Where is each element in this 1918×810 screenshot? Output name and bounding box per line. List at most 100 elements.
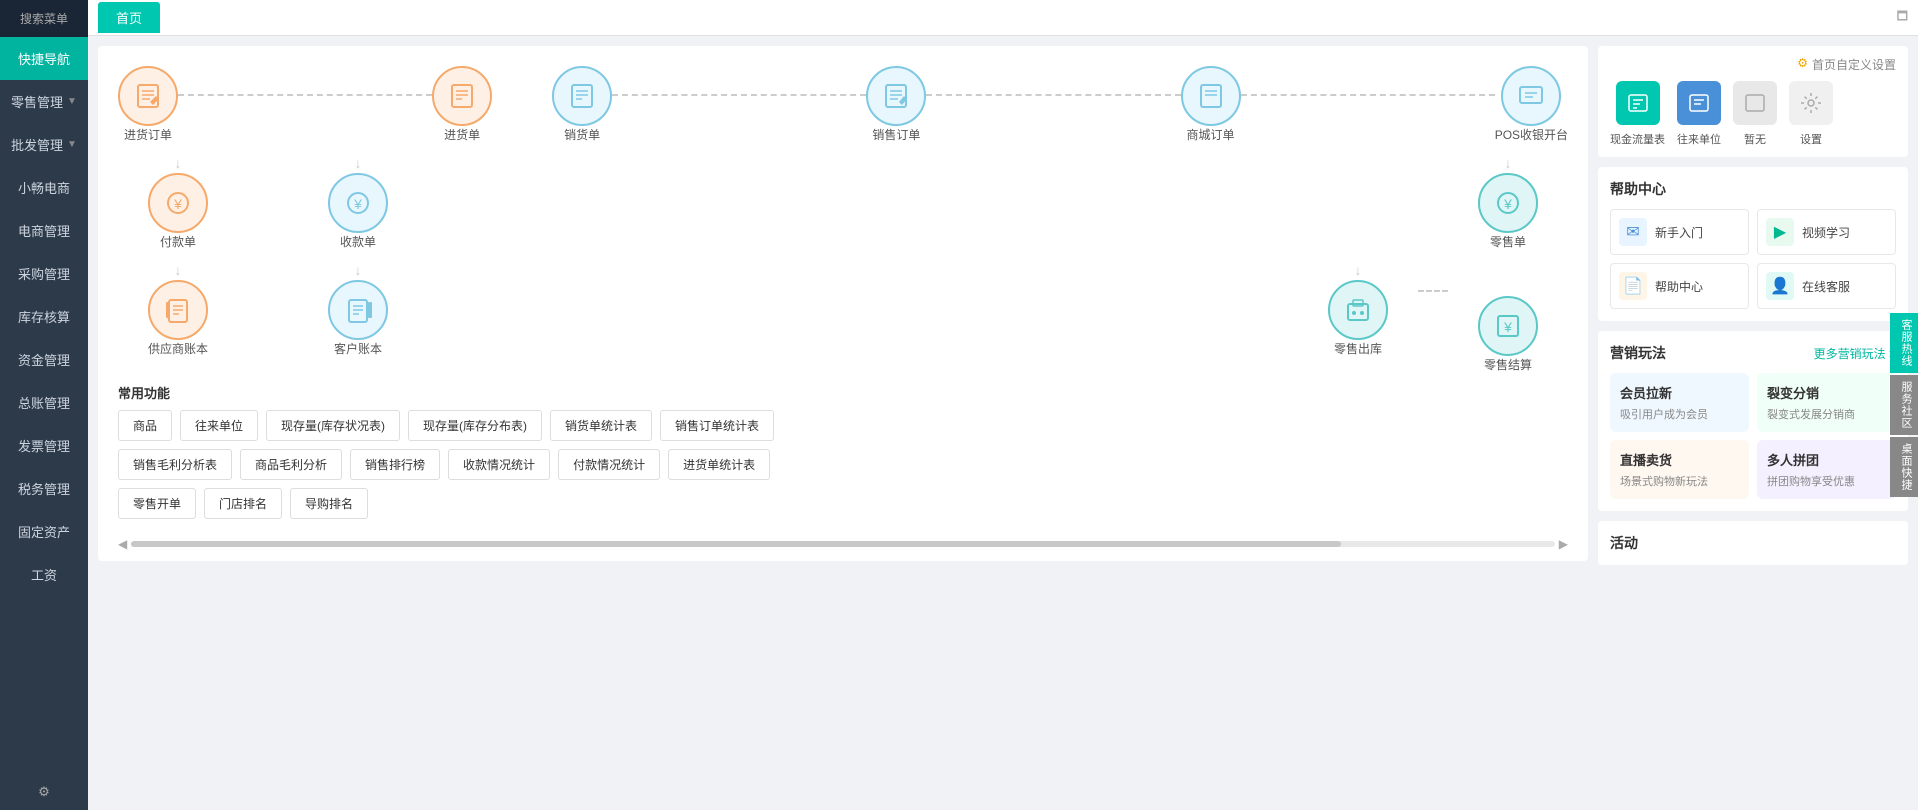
qa-label-units: 往来单位 xyxy=(1677,131,1721,147)
help-card: 帮助中心 ✉ 新手入门 ▶ 视频学习 📄 帮助中心 👤 xyxy=(1598,167,1908,321)
purchase-order-icon[interactable] xyxy=(118,66,178,126)
marketing-item-fission[interactable]: 裂变分销 裂变式发展分销商 xyxy=(1757,373,1896,432)
marketing-item-member[interactable]: 会员拉新 吸引用户成为会员 xyxy=(1610,373,1749,432)
sidebar-item-quick-nav[interactable]: 快捷导航 xyxy=(0,37,88,80)
sidebar-item-xc-ecom[interactable]: 小畅电商 xyxy=(0,166,88,209)
func-btn-sales-order-stat[interactable]: 销售订单统计表 xyxy=(660,410,774,441)
wf-node-mall-order: 商城订单 xyxy=(1181,66,1241,143)
marketing-title: 营销玩法 xyxy=(1610,343,1666,363)
float-btn-community[interactable]: 服务社区 xyxy=(1890,375,1918,435)
retail-order-icon[interactable]: ¥ xyxy=(1478,173,1538,233)
payment-icon[interactable]: ¥ xyxy=(148,173,208,233)
help-grid: ✉ 新手入门 ▶ 视频学习 📄 帮助中心 👤 在线客服 xyxy=(1610,209,1896,309)
sidebar-item-assets[interactable]: 固定资产 xyxy=(0,510,88,553)
down-arrow-3: ↓ xyxy=(1505,155,1512,171)
member-title: 会员拉新 xyxy=(1620,383,1739,402)
retail-settlement-icon[interactable]: ¥ xyxy=(1478,296,1538,356)
marketing-header: 营销玩法 更多营销玩法 > xyxy=(1610,343,1896,363)
fission-desc: 裂变式发展分销商 xyxy=(1767,406,1886,422)
purchase-icon[interactable] xyxy=(432,66,492,126)
func-row-3: 零售开单 门店排名 导购排名 xyxy=(118,488,1568,519)
chevron-down-icon: ▼ xyxy=(67,96,77,107)
sidebar-item-tax[interactable]: 税务管理 xyxy=(0,467,88,510)
fission-title: 裂变分销 xyxy=(1767,383,1886,402)
wf-node-sales: 销货单 xyxy=(552,66,612,143)
func-btn-product-profit[interactable]: 商品毛利分析 xyxy=(240,449,342,480)
wf-node-sales-order: 销售订单 xyxy=(866,66,926,143)
window-expand-icon[interactable]: 🗖 xyxy=(1897,7,1908,28)
help-item-beginner[interactable]: ✉ 新手入门 xyxy=(1610,209,1749,255)
mall-order-icon[interactable] xyxy=(1181,66,1241,126)
func-btn-product[interactable]: 商品 xyxy=(118,410,172,441)
activity-title: 活动 xyxy=(1610,533,1896,553)
func-btn-receipt-stat[interactable]: 收款情况统计 xyxy=(448,449,550,480)
units-icon xyxy=(1677,81,1721,125)
down-arrow-5: ↓ xyxy=(355,262,362,278)
scroll-right-icon[interactable]: ▶ xyxy=(1559,537,1568,551)
sidebar-item-salary[interactable]: 工资 xyxy=(0,553,88,596)
func-btn-units[interactable]: 往来单位 xyxy=(180,410,258,441)
sidebar-item-ecom[interactable]: 电商管理 xyxy=(0,209,88,252)
video-icon: ▶ xyxy=(1766,218,1794,246)
func-btn-inventory-status[interactable]: 现存量(库存状况表) xyxy=(266,410,400,441)
quick-access: ⚙ 首页自定义设置 现金流量表 往来单位 xyxy=(1598,46,1908,157)
qa-item-empty[interactable]: 暂无 xyxy=(1733,81,1777,147)
svg-text:¥: ¥ xyxy=(173,196,182,212)
retail-outbound-icon[interactable] xyxy=(1328,280,1388,340)
float-btn-desktop[interactable]: 桌面快捷 xyxy=(1890,437,1918,497)
qa-item-settings[interactable]: 设置 xyxy=(1789,81,1833,147)
marketing-item-group[interactable]: 多人拼团 拼团购物享受优惠 xyxy=(1757,440,1896,499)
help-doc-icon: 📄 xyxy=(1619,272,1647,300)
qa-item-cashflow[interactable]: 现金流量表 xyxy=(1610,81,1665,147)
qa-label-settings: 设置 xyxy=(1800,131,1822,147)
sidebar-item-inventory[interactable]: 库存核算 xyxy=(0,295,88,338)
func-btn-sales-profit[interactable]: 销售毛利分析表 xyxy=(118,449,232,480)
func-btn-sales-stat[interactable]: 销货单统计表 xyxy=(550,410,652,441)
receipt-icon[interactable]: ¥ xyxy=(328,173,388,233)
pos-icon[interactable] xyxy=(1501,66,1561,126)
wf-node-pos: POS收银开台 xyxy=(1495,66,1568,143)
sales-order-icon[interactable] xyxy=(866,66,926,126)
func-btn-guide-rank[interactable]: 导购排名 xyxy=(290,488,368,519)
marketing-item-live[interactable]: 直播卖货 场景式购物新玩法 xyxy=(1610,440,1749,499)
help-item-help[interactable]: 📄 帮助中心 xyxy=(1610,263,1749,309)
tab-home[interactable]: 首页 xyxy=(98,2,160,33)
scroll-left-icon[interactable]: ◀ xyxy=(118,537,127,551)
func-btn-store-rank[interactable]: 门店排名 xyxy=(204,488,282,519)
scrollbar-thumb xyxy=(131,541,1341,547)
sidebar-search[interactable]: 搜索菜单 xyxy=(0,0,88,37)
gear-icon: ⚙ xyxy=(38,784,50,799)
sidebar-settings[interactable]: ⚙ xyxy=(0,774,88,810)
down-arrow-4: ↓ xyxy=(175,262,182,278)
down-arrow-2: ↓ xyxy=(355,155,362,171)
marketing-more[interactable]: 更多营销玩法 > xyxy=(1814,345,1896,362)
func-btn-purchase-stat[interactable]: 进货单统计表 xyxy=(668,449,770,480)
right-panel: ⚙ 首页自定义设置 现金流量表 往来单位 xyxy=(1598,36,1918,810)
help-item-service[interactable]: 👤 在线客服 xyxy=(1757,263,1896,309)
func-btn-sales-rank[interactable]: 销售排行榜 xyxy=(350,449,440,480)
func-btn-inventory-dist[interactable]: 现存量(库存分布表) xyxy=(408,410,542,441)
func-btn-retail-order[interactable]: 零售开单 xyxy=(118,488,196,519)
sidebar-item-retail[interactable]: 零售管理 ▼ xyxy=(0,80,88,123)
customize-label[interactable]: 首页自定义设置 xyxy=(1812,56,1896,73)
help-item-video[interactable]: ▶ 视频学习 xyxy=(1757,209,1896,255)
cashflow-icon xyxy=(1616,81,1660,125)
customer-ledger-icon[interactable] xyxy=(328,280,388,340)
down-arrow-1: ↓ xyxy=(175,155,182,171)
scrollbar-track[interactable] xyxy=(131,541,1555,547)
func-row-1: 商品 往来单位 现存量(库存状况表) 现存量(库存分布表) 销货单统计表 销售订… xyxy=(118,410,1568,441)
qa-label-cashflow: 现金流量表 xyxy=(1610,131,1665,147)
content-area: 进货订单 进货单 xyxy=(88,36,1918,810)
sidebar: 搜索菜单 快捷导航 零售管理 ▼ 批发管理 ▼ 小畅电商 电商管理 采购管理 库… xyxy=(0,0,88,810)
supplier-ledger-icon[interactable] xyxy=(148,280,208,340)
member-desc: 吸引用户成为会员 xyxy=(1620,406,1739,422)
qa-item-units[interactable]: 往来单位 xyxy=(1677,81,1721,147)
sidebar-item-finance[interactable]: 资金管理 xyxy=(0,338,88,381)
sidebar-item-wholesale[interactable]: 批发管理 ▼ xyxy=(0,123,88,166)
sidebar-item-ledger[interactable]: 总账管理 xyxy=(0,381,88,424)
func-btn-payment-stat[interactable]: 付款情况统计 xyxy=(558,449,660,480)
sidebar-item-invoice[interactable]: 发票管理 xyxy=(0,424,88,467)
sidebar-item-purchase[interactable]: 采购管理 xyxy=(0,252,88,295)
sales-icon[interactable] xyxy=(552,66,612,126)
float-btn-service[interactable]: 客服热线 xyxy=(1890,313,1918,373)
